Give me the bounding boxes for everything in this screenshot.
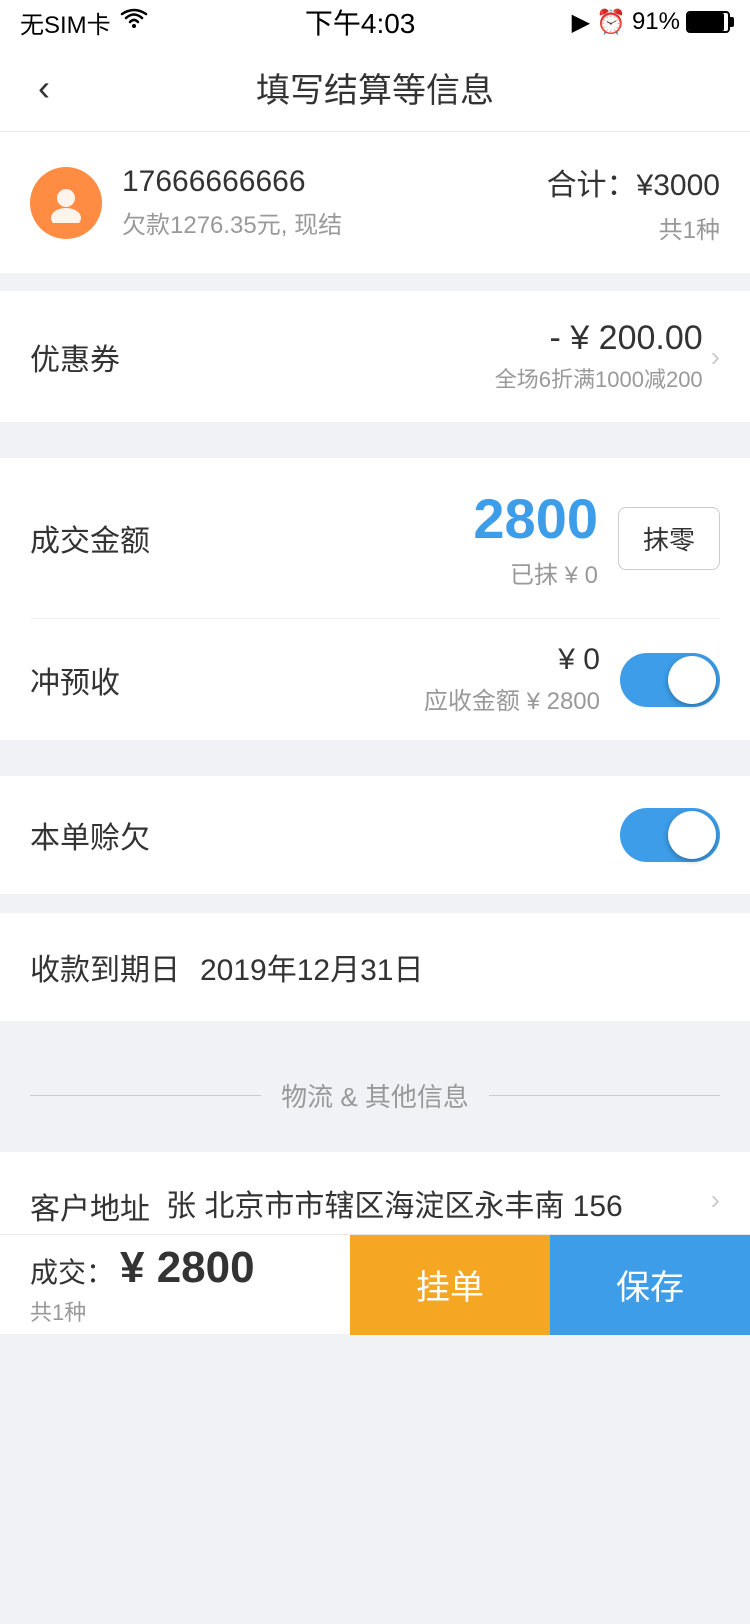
divider-line-right <box>489 1095 720 1096</box>
toggle-knob <box>668 656 716 704</box>
wifi-icon <box>119 8 149 37</box>
coupon-label: 优惠券 <box>30 335 120 379</box>
avatar <box>30 167 102 239</box>
precollect-value: ¥ 0 应收金额 ¥ 2800 <box>424 643 600 716</box>
save-button[interactable]: 保存 <box>550 1235 750 1335</box>
back-button[interactable]: ‹ <box>28 57 60 119</box>
battery-percent: 91% <box>632 8 680 36</box>
credit-toggle-knob <box>668 811 716 859</box>
precollect-label: 冲预收 <box>30 658 120 702</box>
amount-right: 2800 已抹 ¥ 0 抹零 <box>473 486 720 590</box>
separator-2 <box>0 758 750 776</box>
precollect-right: ¥ 0 应收金额 ¥ 2800 <box>424 643 720 716</box>
battery-icon <box>686 11 730 33</box>
bottom-deal-label: 成交： <box>30 1251 114 1291</box>
coupon-discount: - ¥ 200.00 <box>495 319 703 358</box>
amount-sub: 已抹 ¥ 0 <box>473 555 598 590</box>
bottom-left: 成交： ¥ 2800 共1种 <box>0 1243 350 1327</box>
logistics-divider: 物流 & 其他信息 <box>0 1057 750 1134</box>
separator-5 <box>0 1134 750 1152</box>
precollect-row: 冲预收 ¥ 0 应收金额 ¥ 2800 <box>30 619 720 740</box>
total-amount: 合计：¥3000 <box>547 160 720 204</box>
bottom-space <box>0 1324 750 1524</box>
credit-label: 本单赊欠 <box>30 813 150 857</box>
duedate-value: 2019年12月31日 <box>200 945 423 989</box>
status-right: ▶ ⏰ 91% <box>572 8 730 37</box>
alarm-icon: ⏰ <box>596 8 626 37</box>
status-left: 无SIM卡 <box>20 5 149 40</box>
status-time: 下午4:03 <box>305 2 416 42</box>
coupon-desc: 全场6折满1000减200 <box>495 362 703 394</box>
coupon-right: - ¥ 200.00 全场6折满1000减200 › <box>495 319 720 394</box>
amount-row: 成交金额 2800 已抹 ¥ 0 抹零 <box>30 458 720 618</box>
bottom-deal-amount: ¥ 2800 <box>120 1243 255 1293</box>
duedate-row: 收款到期日 2019年12月31日 <box>0 913 750 1021</box>
precollect-sub: 应收金额 ¥ 2800 <box>424 681 600 716</box>
precollect-toggle[interactable] <box>620 653 720 707</box>
carrier-text: 无SIM卡 <box>20 5 111 40</box>
coupon-chevron: › <box>711 341 720 373</box>
duedate-label: 收款到期日 <box>30 945 180 989</box>
credit-toggle[interactable] <box>620 808 720 862</box>
total-count: 共1种 <box>547 210 720 245</box>
customer-total: 合计：¥3000 共1种 <box>547 160 720 245</box>
address-chevron: › <box>711 1184 720 1216</box>
customer-phone: 17666666666 <box>122 165 342 199</box>
battery-fill <box>688 13 724 31</box>
nav-bar: ‹ 填写结算等信息 <box>0 44 750 132</box>
page-title: 填写结算等信息 <box>256 63 494 112</box>
customer-left: 17666666666 欠款1276.35元, 现结 <box>30 165 342 240</box>
separator-1 <box>0 440 750 458</box>
coupon-row[interactable]: 优惠券 - ¥ 200.00 全场6折满1000减200 › <box>0 291 750 422</box>
transaction-section: 成交金额 2800 已抹 ¥ 0 抹零 冲预收 ¥ 0 应收金额 ¥ 2800 <box>0 458 750 740</box>
hold-button[interactable]: 挂单 <box>350 1235 550 1335</box>
round-button[interactable]: 抹零 <box>618 507 720 570</box>
customer-details: 17666666666 欠款1276.35元, 现结 <box>122 165 342 240</box>
separator-4 <box>0 1039 750 1057</box>
coupon-value: - ¥ 200.00 全场6折满1000减200 <box>495 319 703 394</box>
amount-value: 2800 <box>473 486 598 551</box>
main-content: 17666666666 欠款1276.35元, 现结 合计：¥3000 共1种 … <box>0 132 750 1624</box>
status-bar: 无SIM卡 下午4:03 ▶ ⏰ 91% <box>0 0 750 44</box>
bottom-bar: 成交： ¥ 2800 共1种 挂单 保存 <box>0 1234 750 1334</box>
amount-label: 成交金额 <box>30 516 150 560</box>
credit-row: 本单赊欠 <box>0 776 750 894</box>
logistics-label: 物流 & 其他信息 <box>261 1077 489 1114</box>
bottom-count: 共1种 <box>30 1295 320 1327</box>
location-icon: ▶ <box>572 8 590 37</box>
precollect-amount: ¥ 0 <box>424 643 600 677</box>
customer-info-row: 17666666666 欠款1276.35元, 现结 合计：¥3000 共1种 <box>0 132 750 273</box>
customer-debt: 欠款1276.35元, 现结 <box>122 205 342 240</box>
divider-line-left <box>30 1095 261 1096</box>
address-label: 客户地址 <box>30 1184 150 1228</box>
